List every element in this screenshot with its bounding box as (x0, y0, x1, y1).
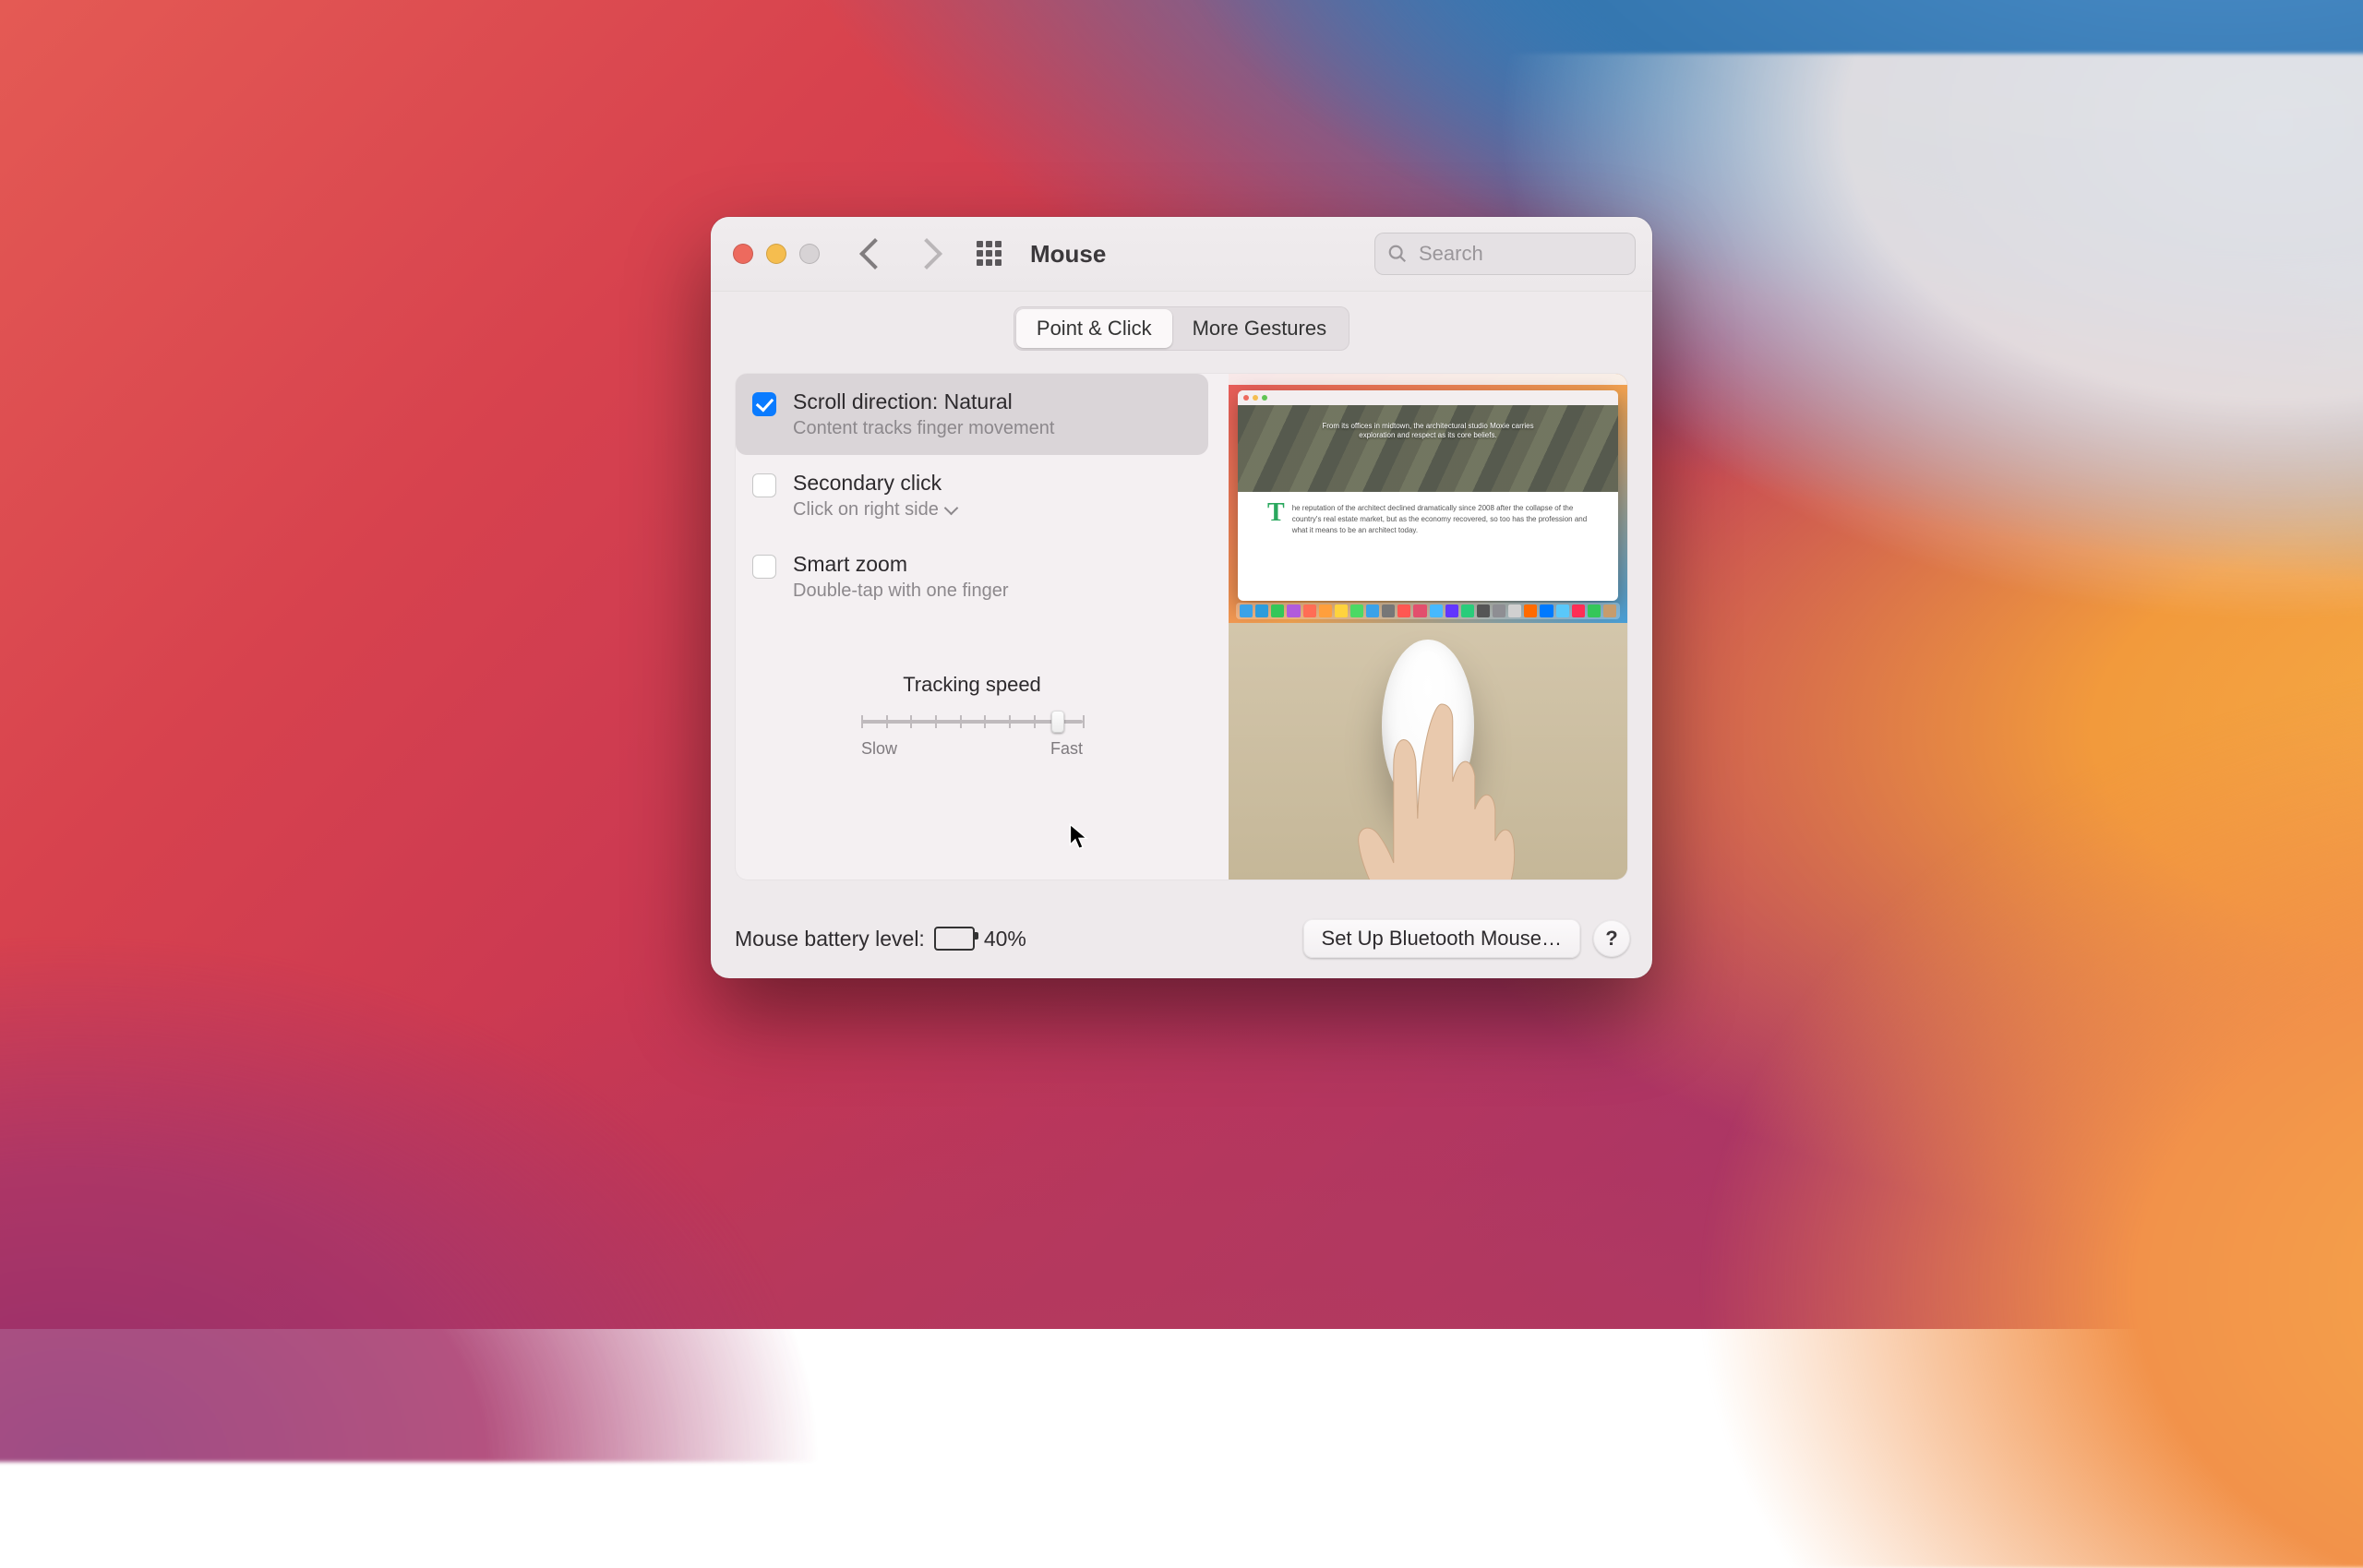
preview-article-text: he reputation of the architect declined … (1292, 503, 1589, 536)
search-icon (1387, 244, 1408, 264)
back-button[interactable] (859, 238, 891, 269)
traffic-lights (733, 244, 820, 264)
search-input[interactable] (1417, 241, 1623, 267)
preview-desk (1229, 623, 1627, 880)
options-list: Scroll direction: Natural Content tracks… (736, 374, 1208, 880)
system-preferences-window: Mouse Point & Click More Gestures (711, 217, 1652, 978)
battery-icon (934, 927, 975, 951)
tracking-speed-label: Tracking speed (736, 673, 1208, 697)
tracking-fast-label: Fast (1050, 739, 1083, 759)
tab-bar: Point & Click More Gestures (735, 306, 1628, 351)
battery-percentage: 40% (984, 927, 1026, 952)
scroll-direction-checkbox[interactable] (752, 392, 776, 416)
preview-hand-icon (1335, 695, 1547, 880)
titlebar: Mouse (711, 217, 1652, 292)
show-all-button[interactable] (977, 241, 1002, 267)
tab-point-and-click[interactable]: Point & Click (1016, 309, 1172, 348)
tracking-slow-label: Slow (861, 739, 897, 759)
window-title: Mouse (1030, 240, 1106, 269)
battery-label: Mouse battery level: (735, 927, 925, 952)
option-scroll-direction[interactable]: Scroll direction: Natural Content tracks… (736, 374, 1208, 455)
secondary-click-dropdown[interactable]: Click on right side (793, 497, 956, 521)
zoom-button[interactable] (799, 244, 820, 264)
close-button[interactable] (733, 244, 753, 264)
tab-more-gestures[interactable]: More Gestures (1172, 309, 1348, 348)
preview-hero-text: From its offices in midtown, the archite… (1313, 422, 1541, 440)
gesture-preview: From its offices in midtown, the archite… (1229, 374, 1627, 880)
option-smart-zoom[interactable]: Smart zoom Double-tap with one finger (736, 536, 1208, 617)
secondary-click-sublabel: Click on right side (793, 497, 939, 521)
secondary-click-label: Secondary click (793, 470, 956, 497)
tracking-speed-slider[interactable] (861, 708, 1083, 736)
forward-button[interactable] (911, 238, 942, 269)
smart-zoom-checkbox[interactable] (752, 555, 776, 579)
help-button[interactable]: ? (1593, 920, 1630, 957)
smart-zoom-sublabel: Double-tap with one finger (793, 579, 1008, 603)
footer: Mouse battery level: 40% Set Up Bluetoot… (711, 899, 1652, 978)
scroll-direction-sublabel: Content tracks finger movement (793, 416, 1054, 440)
tracking-speed-group: Tracking speed Slow Fast (736, 673, 1208, 759)
setup-bluetooth-mouse-button[interactable]: Set Up Bluetooth Mouse… (1303, 919, 1580, 958)
preview-dock (1236, 603, 1620, 619)
chevron-down-icon (944, 501, 959, 516)
secondary-click-checkbox[interactable] (752, 473, 776, 497)
smart-zoom-label: Smart zoom (793, 551, 1008, 579)
preview-screen: From its offices in midtown, the archite… (1229, 374, 1627, 623)
search-field[interactable] (1374, 233, 1636, 275)
option-secondary-click[interactable]: Secondary click Click on right side (736, 455, 1208, 536)
scroll-direction-label: Scroll direction: Natural (793, 389, 1054, 416)
settings-panel: Scroll direction: Natural Content tracks… (735, 373, 1628, 880)
minimize-button[interactable] (766, 244, 786, 264)
